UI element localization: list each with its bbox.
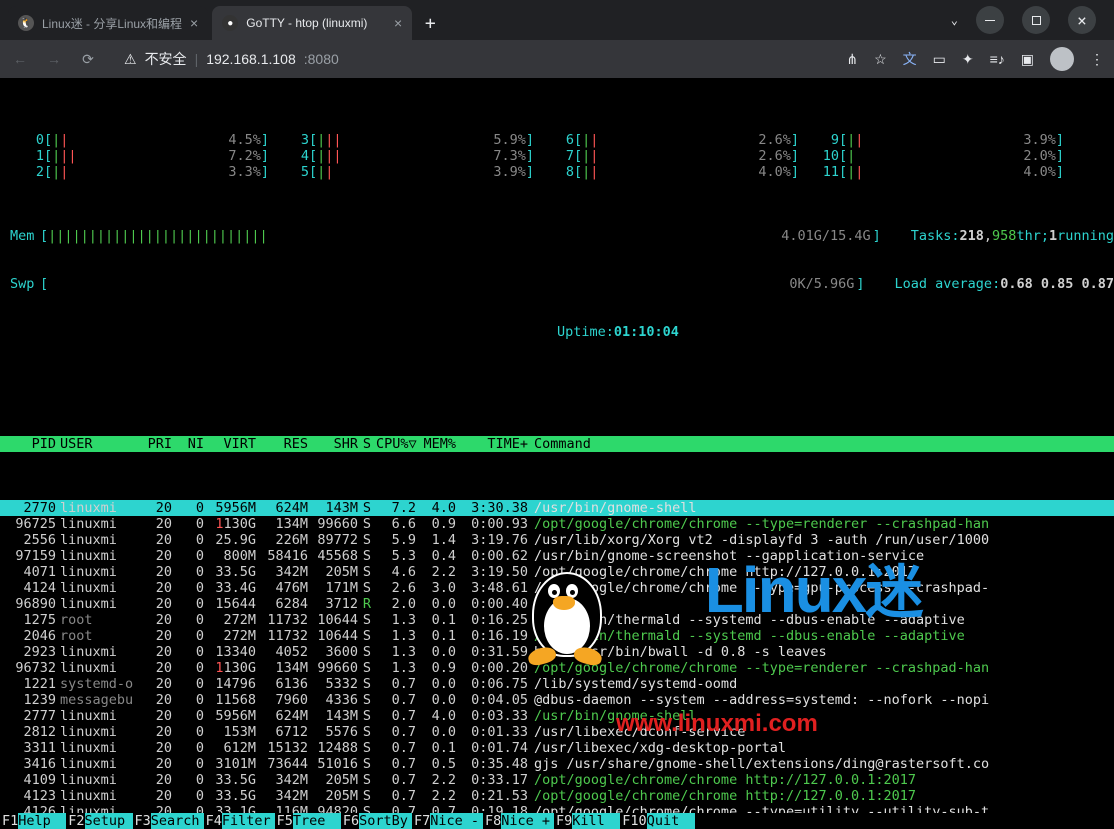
table-row[interactable]: 2556linuxmi20025.9G226M89772S5.91.43:19.…: [0, 532, 1114, 548]
table-row[interactable]: 4109linuxmi20033.5G342M205MS0.72.20:33.1…: [0, 772, 1114, 788]
table-row[interactable]: 96725linuxmi2001130G134M99660S6.60.90:00…: [0, 516, 1114, 532]
table-row[interactable]: 1275root200272M1173210644S1.30.10:16.25/…: [0, 612, 1114, 628]
col-pri[interactable]: PRI: [136, 436, 172, 452]
fkey-quit[interactable]: F10Quit: [620, 813, 694, 829]
table-row[interactable]: 2046root200272M1173210644S1.30.10:16.19/…: [0, 628, 1114, 644]
profile-avatar[interactable]: [1050, 47, 1074, 71]
table-row[interactable]: 1221systemd-o2001479661365332S0.70.00:06…: [0, 676, 1114, 692]
uptime-row: Uptime: 01:10:04: [0, 324, 1114, 340]
browser-tabstrip: 🐧 Linux迷 - 分享Linux和编程 × ● GoTTY - htop (…: [0, 0, 1114, 40]
table-row[interactable]: 3416linuxmi2003101M7364451016S0.70.50:35…: [0, 756, 1114, 772]
reload-button[interactable]: ⟳: [78, 49, 98, 69]
warning-icon: ⚠: [124, 51, 137, 68]
share-icon[interactable]: ⋔: [846, 51, 858, 68]
playlist-icon[interactable]: ≡♪: [990, 51, 1005, 67]
cpu-meters: 0[||4.5%]3[|||5.9%]6[||2.6%]9[||3.9%]1[|…: [0, 132, 1114, 180]
fkey-filter[interactable]: F4Filter: [204, 813, 275, 829]
fkey-setup[interactable]: F2Setup: [66, 813, 132, 829]
panel-icon[interactable]: ▣: [1021, 51, 1034, 68]
col-ni[interactable]: NI: [172, 436, 204, 452]
new-tab-button[interactable]: +: [416, 13, 444, 34]
table-row[interactable]: 1239messagebu2001156879604336S0.70.00:04…: [0, 692, 1114, 708]
col-res[interactable]: RES: [256, 436, 308, 452]
fkey-sortby[interactable]: F6SortBy: [341, 813, 412, 829]
table-row[interactable]: 3311linuxmi200612M1513212488S0.70.10:01.…: [0, 740, 1114, 756]
close-icon[interactable]: ×: [394, 15, 402, 31]
window-close-button[interactable]: ×: [1068, 6, 1096, 34]
terminal[interactable]: 0[||4.5%]3[|||5.9%]6[||2.6%]9[||3.9%]1[|…: [0, 78, 1114, 829]
chevron-down-icon[interactable]: ⌄: [951, 13, 958, 27]
table-row[interactable]: 2777linuxmi2005956M624M143MS0.74.00:03.3…: [0, 708, 1114, 724]
address-bar: ← → ⟳ ⚠ 不安全 | 192.168.1.108:8080 ⋔ ☆ 文 ▭…: [0, 40, 1114, 78]
table-row[interactable]: 2812linuxmi200153M67125576S0.70.00:01.33…: [0, 724, 1114, 740]
col-cpu[interactable]: CPU%▽: [376, 436, 416, 452]
table-row[interactable]: 96732linuxmi2001130G134M99660S1.30.90:00…: [0, 660, 1114, 676]
fkey-nice -[interactable]: F7Nice -: [412, 813, 483, 829]
col-mem[interactable]: MEM%: [416, 436, 456, 452]
tasks-label: Tasks:: [911, 228, 960, 244]
col-s[interactable]: S: [358, 436, 376, 452]
url-port: :8080: [304, 51, 339, 67]
tab-favicon-icon: ●: [222, 15, 238, 31]
loadavg-label: Load average:: [895, 276, 1001, 292]
table-row[interactable]: 97159linuxmi200800M5841645568S5.30.40:00…: [0, 548, 1114, 564]
tab-title: GoTTY - htop (linuxmi): [246, 16, 367, 30]
process-table[interactable]: 2770linuxmi2005956M624M143MS7.24.03:30.3…: [0, 500, 1114, 829]
function-key-bar: F1HelpF2SetupF3SearchF4FilterF5TreeF6Sor…: [0, 813, 1114, 829]
tab-title: Linux迷 - 分享Linux和编程: [42, 15, 182, 32]
url-host: 192.168.1.108: [206, 51, 296, 67]
memory-meter: Mem[|||||||||||||||||||||||||||4.01G/15.…: [0, 228, 1114, 244]
table-row[interactable]: 4071linuxmi20033.5G342M205MS4.62.23:19.5…: [0, 564, 1114, 580]
fkey-nice +[interactable]: F8Nice +: [483, 813, 554, 829]
table-row[interactable]: 2923linuxmi2001334040523600S1.30.00:31.5…: [0, 644, 1114, 660]
fkey-help[interactable]: F1Help: [0, 813, 66, 829]
security-label: 不安全: [145, 49, 187, 69]
fkey-tree[interactable]: F5Tree: [275, 813, 341, 829]
tab-linuxmi[interactable]: 🐧 Linux迷 - 分享Linux和编程 ×: [8, 6, 208, 40]
table-row[interactable]: 2770linuxmi2005956M624M143MS7.24.03:30.3…: [0, 500, 1114, 516]
close-icon[interactable]: ×: [190, 15, 198, 31]
col-pid[interactable]: PID: [0, 436, 56, 452]
forward-button[interactable]: →: [44, 49, 64, 69]
tab-gotty[interactable]: ● GoTTY - htop (linuxmi) ×: [212, 6, 412, 40]
col-command[interactable]: Command: [528, 436, 1114, 452]
swap-meter: Swp[0K/5.96G] Load average: 0.68 0.85 0.…: [0, 276, 1114, 292]
fkey-search[interactable]: F3Search: [133, 813, 204, 829]
window-minimize-button[interactable]: [976, 6, 1004, 34]
fkey-kill[interactable]: F9Kill: [554, 813, 620, 829]
menu-icon[interactable]: ⋮: [1090, 51, 1104, 68]
table-row[interactable]: 96890linuxmi2001564462843712R2.00.00:00.…: [0, 596, 1114, 612]
col-virt[interactable]: VIRT: [204, 436, 256, 452]
tab-favicon-icon: 🐧: [18, 15, 34, 31]
tv-icon[interactable]: ▭: [933, 51, 946, 68]
back-button[interactable]: ←: [10, 49, 30, 69]
window-maximize-button[interactable]: [1022, 6, 1050, 34]
col-user[interactable]: USER: [56, 436, 136, 452]
table-row[interactable]: 4124linuxmi20033.4G476M171MS2.63.03:48.6…: [0, 580, 1114, 596]
table-row[interactable]: 4123linuxmi20033.5G342M205MS0.72.20:21.5…: [0, 788, 1114, 804]
extensions-icon[interactable]: ✦: [962, 51, 974, 68]
translate-icon[interactable]: 文: [903, 49, 917, 69]
star-icon[interactable]: ☆: [874, 51, 887, 68]
col-shr[interactable]: SHR: [308, 436, 358, 452]
col-time[interactable]: TIME+: [456, 436, 528, 452]
process-table-header[interactable]: PID USER PRI NI VIRT RES SHR S CPU%▽ MEM…: [0, 436, 1114, 452]
url-input[interactable]: ⚠ 不安全 | 192.168.1.108:8080: [112, 44, 832, 74]
